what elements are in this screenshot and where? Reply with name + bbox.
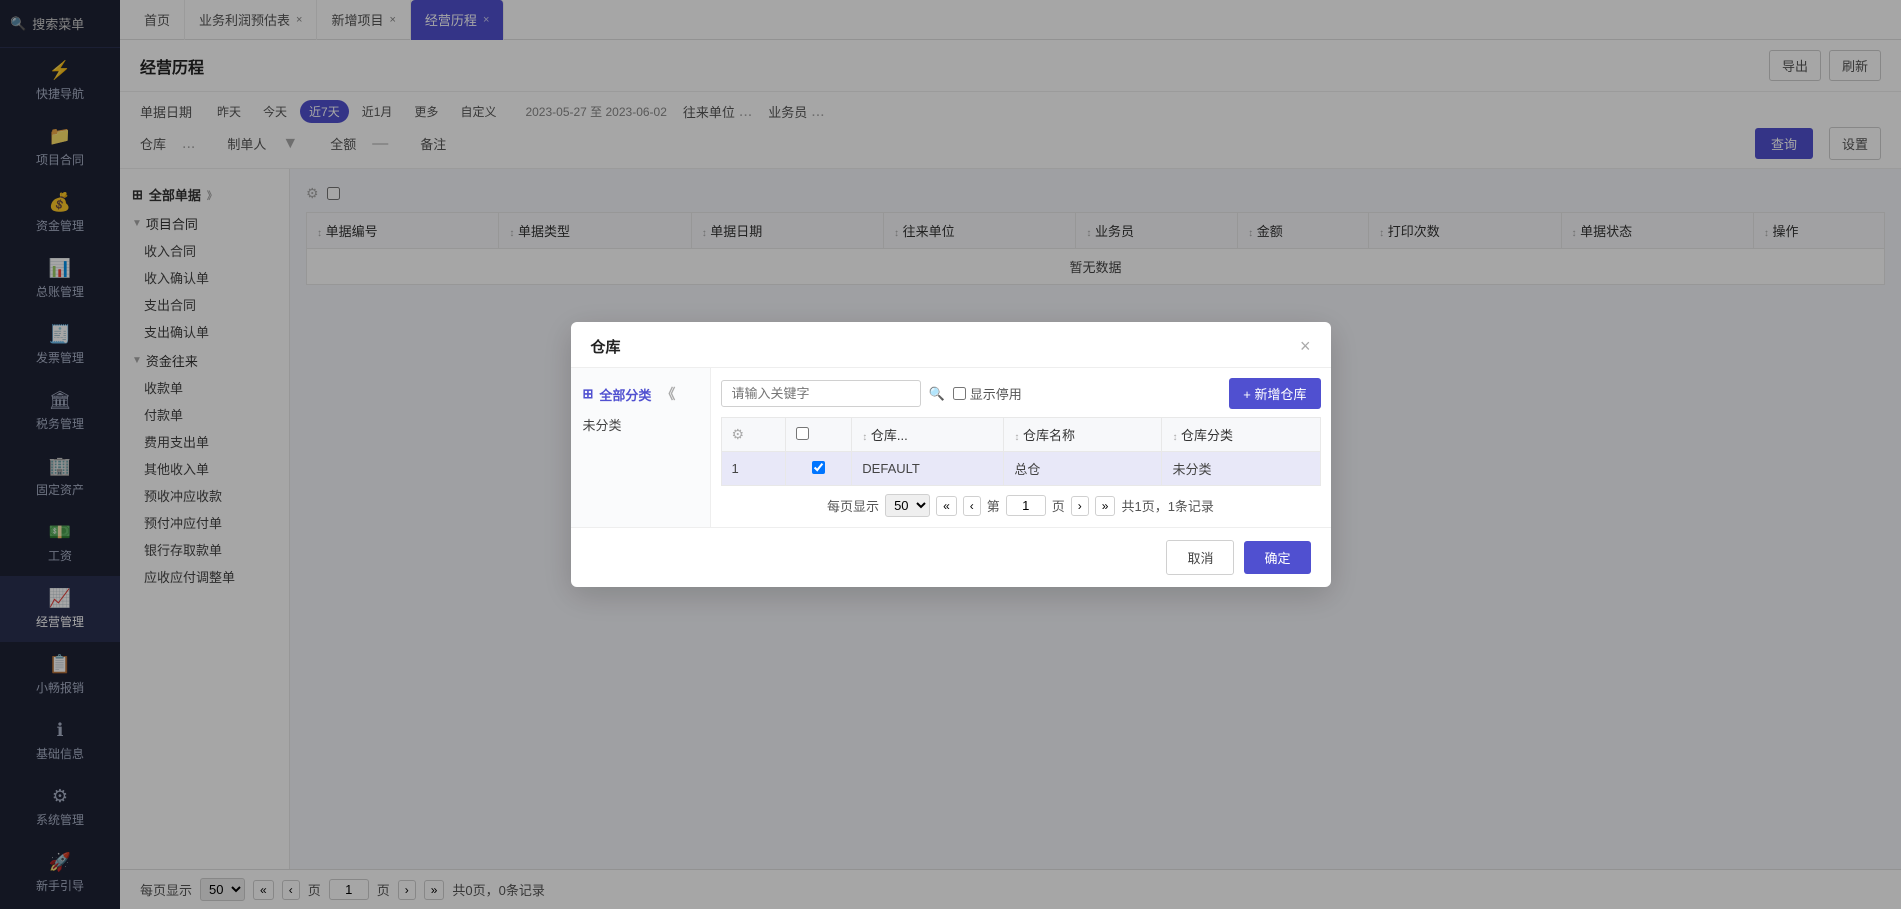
modal-next-btn[interactable]: › xyxy=(1071,496,1089,516)
modal-per-page-label: 每页显示 xyxy=(827,496,879,515)
modal-search-input[interactable] xyxy=(721,380,921,407)
modal-collapse-icon[interactable]: 《 xyxy=(657,384,679,404)
modal-page-suffix: 页 xyxy=(1052,496,1065,515)
modal-body: ⊞ 全部分类 《 未分类 🔍 显示停用 + 新增仓库 xyxy=(571,368,1331,527)
modal-left-header[interactable]: ⊞ 全部分类 《 xyxy=(571,378,710,410)
row-index: 1 xyxy=(721,452,786,486)
modal-page-label: 第 xyxy=(987,496,1000,515)
modal-overlay: 仓库 × ⊞ 全部分类 《 未分类 🔍 xyxy=(0,0,1901,909)
modal-prev-btn[interactable]: ‹ xyxy=(963,496,981,516)
modal-footer: 取消 确定 xyxy=(571,527,1331,587)
row-code: DEFAULT xyxy=(852,452,1004,486)
modal-close-button[interactable]: × xyxy=(1300,336,1311,357)
warehouse-modal: 仓库 × ⊞ 全部分类 《 未分类 🔍 xyxy=(571,322,1331,587)
modal-th-checkbox[interactable] xyxy=(786,418,852,452)
grid-icon-modal: ⊞ xyxy=(583,386,594,402)
modal-pagination: 每页显示 50 « ‹ 第 页 › » 共1页，1条记录 xyxy=(721,486,1321,517)
confirm-button[interactable]: 确定 xyxy=(1244,541,1310,574)
modal-last-btn[interactable]: » xyxy=(1095,496,1116,516)
modal-th-code: ↕ 仓库... xyxy=(852,418,1004,452)
modal-select-all[interactable] xyxy=(796,427,809,440)
modal-per-page-select[interactable]: 50 xyxy=(885,494,930,517)
modal-th-category: ↕ 仓库分类 xyxy=(1162,418,1320,452)
row-name: 总仓 xyxy=(1004,452,1162,486)
modal-left-items: 未分类 xyxy=(571,410,710,439)
add-warehouse-button[interactable]: + 新增仓库 xyxy=(1229,378,1320,409)
modal-all-label: 全部分类 xyxy=(599,385,651,404)
modal-category-未分类[interactable]: 未分类 xyxy=(571,410,710,439)
row-checkbox-cell[interactable] xyxy=(786,452,852,486)
modal-first-btn[interactable]: « xyxy=(936,496,957,516)
modal-title: 仓库 xyxy=(591,336,621,357)
row-category: 未分类 xyxy=(1162,452,1320,486)
show-disabled-checkbox[interactable] xyxy=(953,387,966,400)
modal-table-row[interactable]: 1 DEFAULT 总仓 未分类 xyxy=(721,452,1320,486)
modal-left-panel: ⊞ 全部分类 《 未分类 xyxy=(571,368,711,527)
modal-header: 仓库 × xyxy=(571,322,1331,368)
modal-table-wrap: ⚙ ↕ 仓库... ↕ 仓库名称 ↕ 仓库分类 1 DEFAULT 总仓 未分类 xyxy=(721,417,1321,486)
modal-th-name: ↕ 仓库名称 xyxy=(1004,418,1162,452)
modal-toolbar: 🔍 显示停用 + 新增仓库 xyxy=(721,378,1321,409)
modal-total-info: 共1页，1条记录 xyxy=(1121,496,1213,515)
modal-th-gear: ⚙ xyxy=(721,418,786,452)
show-disabled-label[interactable]: 显示停用 xyxy=(953,384,1022,403)
modal-search-icon[interactable]: 🔍 xyxy=(929,386,945,402)
row-checkbox[interactable] xyxy=(812,461,825,474)
cancel-button[interactable]: 取消 xyxy=(1166,540,1234,575)
modal-table: ⚙ ↕ 仓库... ↕ 仓库名称 ↕ 仓库分类 1 DEFAULT 总仓 未分类 xyxy=(721,417,1321,486)
modal-right-panel: 🔍 显示停用 + 新增仓库 ⚙ ↕ 仓库... xyxy=(711,368,1331,527)
modal-page-input[interactable] xyxy=(1006,495,1046,516)
